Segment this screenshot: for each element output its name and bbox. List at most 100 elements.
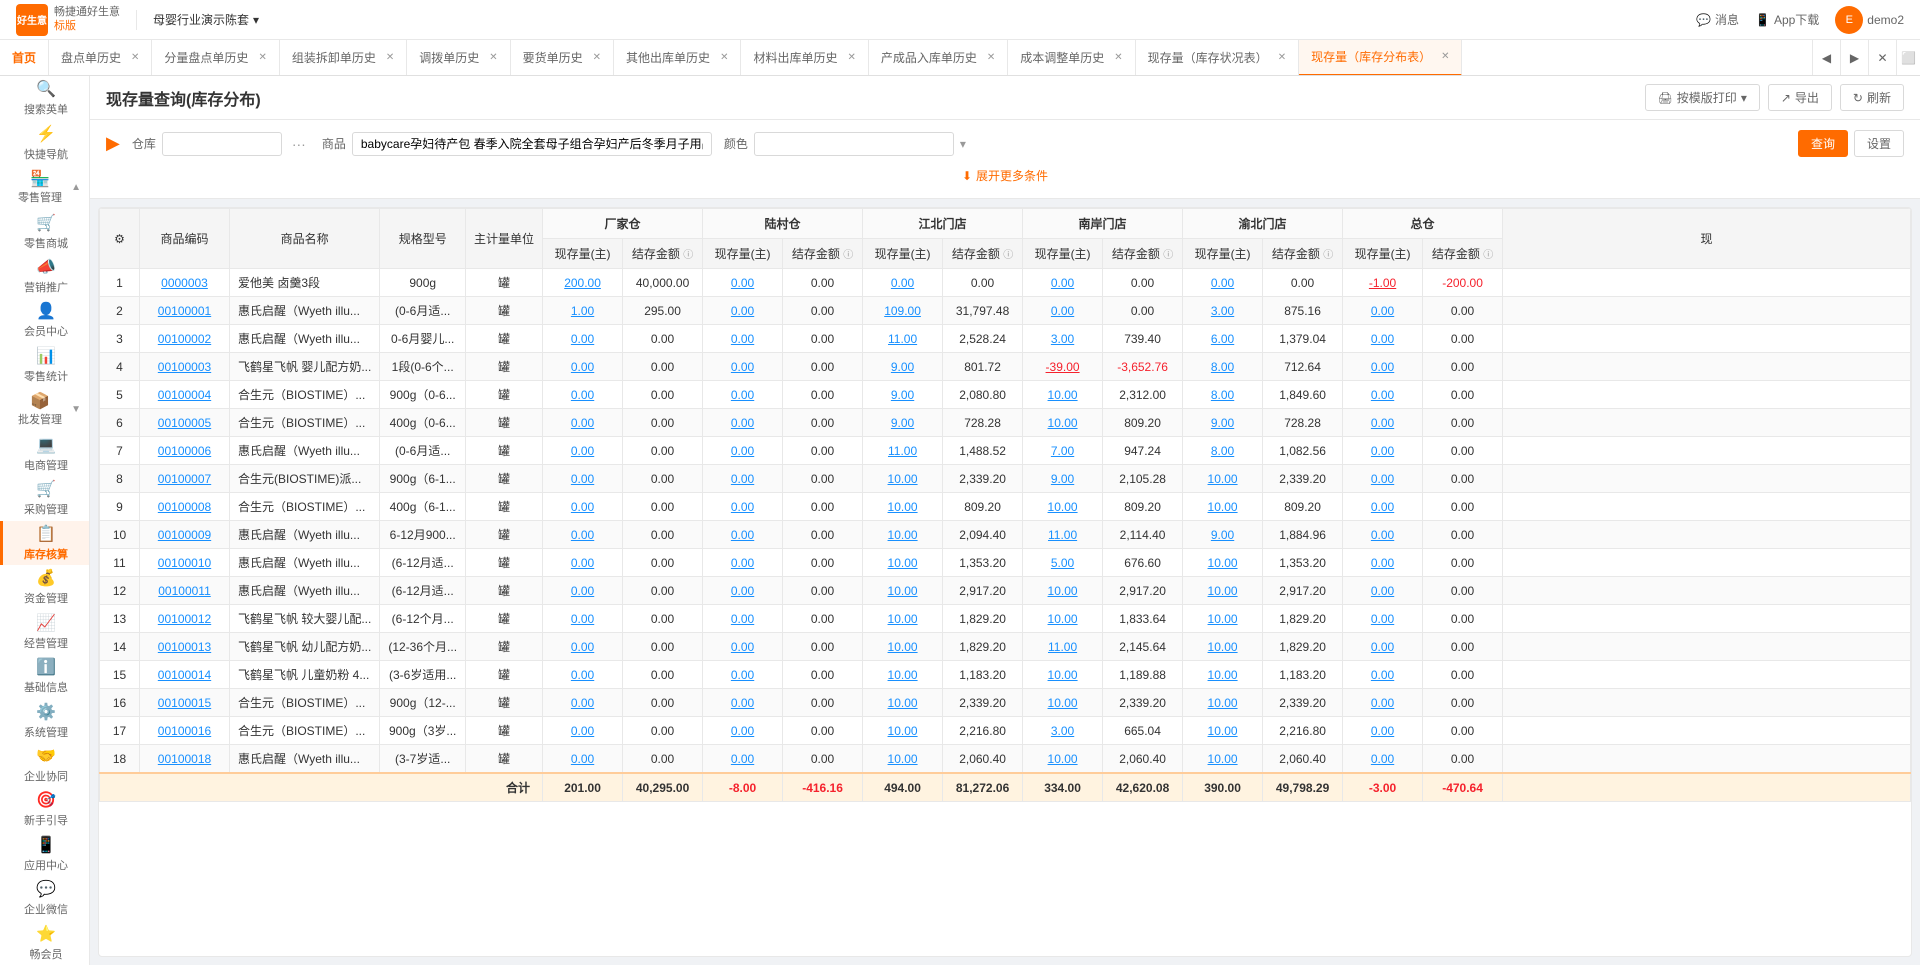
cell-nanan-amt: 1,833.64	[1103, 605, 1183, 633]
th-current: 现	[1503, 209, 1911, 269]
sidebar-item-member[interactable]: 👤 会员中心	[0, 298, 89, 342]
cell-unit: 罐	[466, 409, 543, 437]
sidebar-item-retail-store[interactable]: 🛒 零售商城	[0, 209, 89, 253]
sidebar-item-corp[interactable]: 🤝 企业协同	[0, 743, 89, 787]
cell-code: 00100008	[140, 493, 230, 521]
warehouse-input[interactable]	[162, 132, 282, 156]
warehouse-dots[interactable]: ···	[292, 136, 306, 152]
close-tab-cost-adjust[interactable]: ✕	[1114, 52, 1122, 63]
cell-total-amt: 0.00	[1423, 521, 1503, 549]
close-tab-material-out[interactable]: ✕	[847, 52, 855, 63]
cell-name: 合生元（BIOSTIME）...	[230, 717, 380, 745]
sidebar-item-ecommerce[interactable]: 💻 电商管理	[0, 432, 89, 476]
tab-dropdown-btn[interactable]: ⬜	[1896, 40, 1920, 76]
print-btn[interactable]: 🖨 按模版打印 ▾	[1645, 84, 1760, 111]
sidebar-item-purchase[interactable]: 🛒 采购管理	[0, 476, 89, 520]
tab-assembly[interactable]: 组装拆卸单历史 ✕	[280, 40, 407, 76]
cell-unit: 罐	[466, 493, 543, 521]
sidebar-item-wholesale[interactable]: 📦 批发管理 ▼	[0, 387, 89, 431]
cell-nanan-amt: 2,312.00	[1103, 381, 1183, 409]
sidebar-item-marketing[interactable]: 📣 营销推广	[0, 254, 89, 298]
settings-btn[interactable]: 设置	[1854, 130, 1904, 157]
footer-luchun-amt: -416.16	[783, 773, 863, 802]
tab-material-out[interactable]: 材料出库单历史 ✕	[741, 40, 868, 76]
close-tab-assembly[interactable]: ✕	[386, 52, 394, 63]
export-btn[interactable]: ↗ 导出	[1768, 84, 1832, 111]
sidebar-item-corp-wechat[interactable]: 💬 企业微信	[0, 876, 89, 920]
tab-sub-inventory[interactable]: 分量盘点单历史 ✕	[152, 40, 279, 76]
cell-luchun-qty: 0.00	[703, 661, 783, 689]
cell-total-qty: 0.00	[1343, 465, 1423, 493]
close-tab-stock-dist[interactable]: ✕	[1441, 51, 1449, 62]
close-tab-finished-in[interactable]: ✕	[987, 52, 995, 63]
sidebar-item-basic[interactable]: ℹ️ 基础信息	[0, 654, 89, 698]
message-btn[interactable]: 💬 消息	[1696, 11, 1739, 28]
sidebar-item-member2[interactable]: ⭐ 畅会员	[0, 921, 89, 965]
close-tab-sub-inventory[interactable]: ✕	[258, 52, 266, 63]
cell-name: 合生元（BIOSTIME）...	[230, 381, 380, 409]
cell-yubei-qty: 8.00	[1183, 437, 1263, 465]
tab-purchase-order[interactable]: 要货单历史 ✕	[511, 40, 614, 76]
cell-luchun-amt: 0.00	[783, 493, 863, 521]
cell-luchun-qty: 0.00	[703, 605, 783, 633]
cell-nanan-qty: 7.00	[1023, 437, 1103, 465]
footer-yubei-amt: 49,798.29	[1263, 773, 1343, 802]
color-dropdown-arrow[interactable]: ▾	[960, 137, 966, 151]
search-btn[interactable]: 查询	[1798, 130, 1848, 157]
tab-other-out[interactable]: 其他出库单历史 ✕	[614, 40, 741, 76]
sidebar-item-quick-nav[interactable]: ⚡ 快捷导航	[0, 120, 89, 164]
cell-nanan-amt: 0.00	[1103, 269, 1183, 297]
sidebar-item-guide[interactable]: 🎯 新手引导	[0, 787, 89, 831]
sidebar-item-app-center[interactable]: 📱 应用中心	[0, 832, 89, 876]
tab-inventory-count[interactable]: 盘点单历史 ✕	[49, 40, 152, 76]
cell-nanan-qty: 10.00	[1023, 689, 1103, 717]
tab-finished-in[interactable]: 产成品入库单历史 ✕	[869, 40, 1008, 76]
cell-spec: (6-12月适...	[380, 577, 466, 605]
cell-spec: (0-6月适...	[380, 297, 466, 325]
cell-factory-qty: 0.00	[543, 633, 623, 661]
tab-transfer[interactable]: 调拨单历史 ✕	[407, 40, 510, 76]
sidebar-item-operation[interactable]: 📈 经营管理	[0, 609, 89, 653]
expand-conditions-btn[interactable]: ⬇ 展开更多条件	[962, 167, 1048, 184]
tab-home[interactable]: 首页	[0, 40, 49, 76]
refresh-btn[interactable]: ↻ 刷新	[1840, 84, 1904, 111]
tab-stock-dist[interactable]: 现存量（库存分布表） ✕	[1299, 40, 1462, 76]
cell-more	[1503, 689, 1911, 717]
cell-more	[1503, 717, 1911, 745]
close-tab-stock-status[interactable]: ✕	[1278, 52, 1286, 63]
sidebar-item-inventory[interactable]: 📋 库存核算	[0, 521, 89, 565]
close-tab-other-out[interactable]: ✕	[720, 52, 728, 63]
sidebar-item-search[interactable]: 🔍 搜索英单	[0, 76, 89, 120]
cell-luchun-qty: 0.00	[703, 717, 783, 745]
cell-nanan-qty: 10.00	[1023, 745, 1103, 774]
color-input[interactable]	[754, 132, 954, 156]
cell-name: 飞鹤星飞帆 儿童奶粉 4...	[230, 661, 380, 689]
user-area[interactable]: E demo2	[1835, 6, 1904, 34]
sidebar-item-retail-stats[interactable]: 📊 零售统计	[0, 343, 89, 387]
cell-unit: 罐	[466, 269, 543, 297]
app-download-btn[interactable]: 📱 App下载	[1755, 11, 1819, 28]
industry-selector[interactable]: 母婴行业演示陈套 ▾	[153, 11, 259, 28]
table-row: 18 00100018 惠氏启醒（Wyeth illu... (3-7岁适...…	[100, 745, 1911, 774]
th-settings[interactable]: ⚙	[100, 209, 140, 269]
tab-stock-status[interactable]: 现存量（库存状况表） ✕	[1136, 40, 1299, 76]
tab-cost-adjust[interactable]: 成本调整单历史 ✕	[1008, 40, 1135, 76]
sidebar-item-finance[interactable]: 💰 资金管理	[0, 565, 89, 609]
cell-name: 飞鹤星飞帆 婴儿配方奶...	[230, 353, 380, 381]
goods-input[interactable]	[352, 132, 712, 156]
page-title: 现存量查询(库存分布)	[106, 86, 261, 110]
cell-factory-amt: 0.00	[623, 465, 703, 493]
close-tab-purchase-order[interactable]: ✕	[593, 52, 601, 63]
collapse-arrow[interactable]: ▶	[106, 133, 120, 154]
sidebar-item-retail[interactable]: 🏪 零售管理 ▲	[0, 165, 89, 209]
tab-close-all-btn[interactable]: ✕	[1868, 40, 1896, 76]
cell-total-qty: 0.00	[1343, 325, 1423, 353]
close-tab-transfer[interactable]: ✕	[489, 52, 497, 63]
cell-yubei-qty: 10.00	[1183, 577, 1263, 605]
close-tab-inventory-count[interactable]: ✕	[131, 52, 139, 63]
cell-unit: 罐	[466, 325, 543, 353]
sidebar-item-system[interactable]: ⚙️ 系统管理	[0, 698, 89, 742]
tab-prev-btn[interactable]: ◀	[1812, 40, 1840, 76]
tab-next-btn[interactable]: ▶	[1840, 40, 1868, 76]
cell-seq: 18	[100, 745, 140, 774]
